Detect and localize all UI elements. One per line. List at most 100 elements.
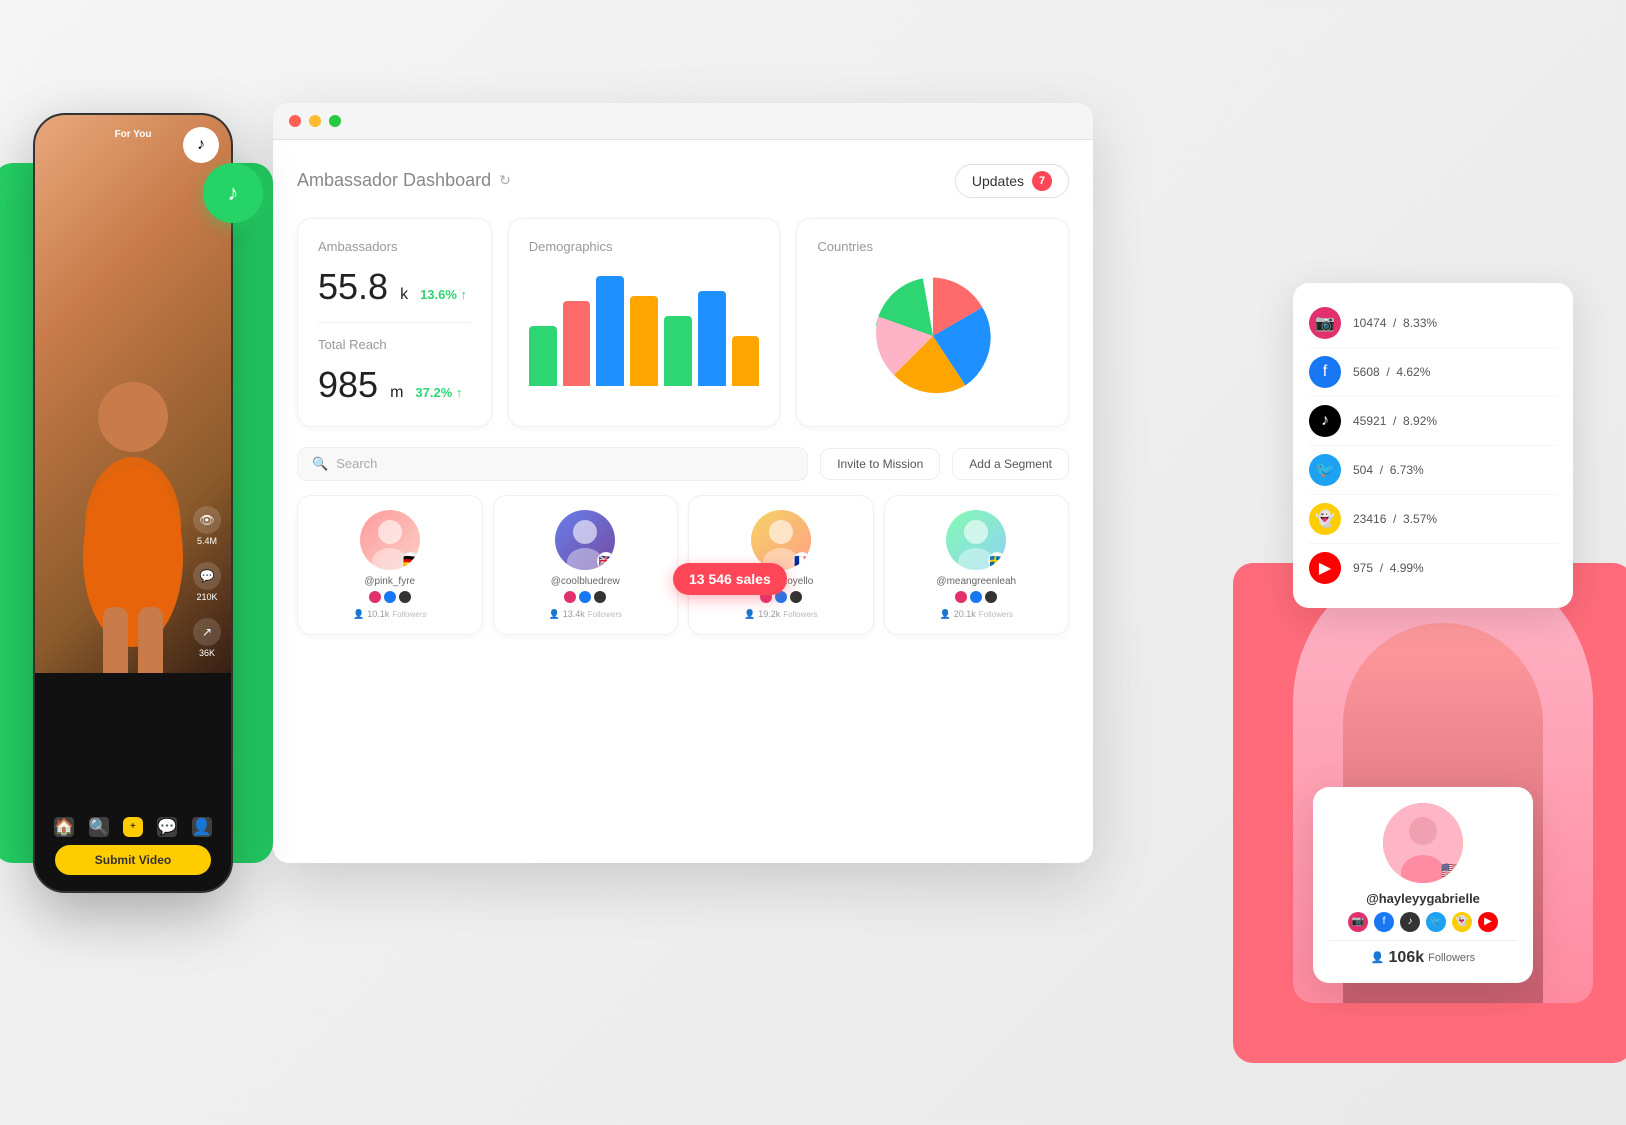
ambassador-social-icons	[508, 591, 664, 603]
add-segment-button[interactable]: Add a Segment	[952, 448, 1069, 480]
social-stats-panel: 📷 10474 / 8.33% f 5608 / 4.62% ♪ 45921 /…	[1293, 283, 1573, 608]
social-row: 📷 10474 / 8.33%	[1309, 299, 1557, 348]
social-row: ▶ 975 / 4.99%	[1309, 544, 1557, 592]
tt-dot	[399, 591, 411, 603]
nav-search[interactable]: 🔍	[89, 817, 109, 837]
minimize-button[interactable]	[309, 115, 321, 127]
nav-messages[interactable]: 💬	[157, 817, 177, 837]
bar	[563, 301, 591, 386]
for-you-label: For You	[115, 129, 152, 140]
bar	[732, 336, 760, 386]
flag-badge: 🇫🇷	[793, 552, 811, 570]
pie-chart	[817, 266, 1048, 406]
ambassadors-growth: 13.6% ↑	[420, 287, 467, 302]
countries-card: Countries	[796, 218, 1069, 427]
profile-followers: 👤 106k Followers	[1329, 940, 1517, 967]
profile-avatar: 🇺🇸	[1383, 803, 1463, 883]
nav-profile[interactable]: 👤	[192, 817, 212, 837]
ambassador-avatar: 🇩🇪	[360, 510, 420, 570]
total-reach-label: Total Reach	[318, 337, 471, 352]
bar	[529, 326, 557, 386]
ambassador-followers: 👤10.1kFollowers	[312, 609, 468, 620]
ambassador-username: @meangreenleah	[899, 576, 1055, 587]
demographics-card: Demographics	[508, 218, 781, 427]
sales-badge: 13 546 sales	[673, 563, 787, 595]
ambassador-avatar: 🇬🇧	[555, 510, 615, 570]
fb-dot	[579, 591, 591, 603]
social-icon: ♪	[1309, 405, 1341, 437]
social-icon: 📷	[1309, 307, 1341, 339]
profile-flag: 🇺🇸	[1441, 861, 1461, 881]
ambassadors-card: Ambassadors 55.8k 13.6% ↑ Total Reach 98…	[297, 218, 492, 427]
ambassador-social-icons	[899, 591, 1055, 603]
nav-home[interactable]: 🏠	[54, 817, 74, 837]
window-titlebar	[273, 103, 1093, 140]
ambassador-list-section: 🔍 Search Invite to Mission Add a Segment…	[297, 447, 1069, 635]
social-stats: 5608 / 4.62%	[1353, 365, 1430, 379]
phone-mockup: For You ♪ 👁 5.4M 💬 210K ↗ 36K	[33, 113, 233, 893]
search-box[interactable]: 🔍 Search	[297, 447, 808, 481]
social-icon: f	[1309, 356, 1341, 388]
tt-dot	[985, 591, 997, 603]
ambassador-username: @coolbluedrew	[508, 576, 664, 587]
social-stats: 10474 / 8.33%	[1353, 316, 1437, 330]
ambassadors-value: 55.8k 13.6% ↑	[318, 266, 471, 308]
ambassador-card[interactable]: 🇩🇪 @pink_fyre 👤10.1kFollowers	[297, 495, 483, 635]
close-button[interactable]	[289, 115, 301, 127]
tt-dot	[594, 591, 606, 603]
dashboard-window: Ambassador Dashboard ↻ Updates 7 Ambassa…	[273, 103, 1093, 863]
flag-badge: 🇸🇪	[988, 552, 1006, 570]
bar-chart	[529, 266, 760, 386]
ambassador-username: @pink_fyre	[312, 576, 468, 587]
pie-svg	[868, 271, 998, 401]
ambassador-avatar: 🇫🇷	[751, 510, 811, 570]
bar	[630, 296, 658, 386]
list-header: 🔍 Search Invite to Mission Add a Segment	[297, 447, 1069, 481]
views-stat: 👁 5.4M	[193, 506, 221, 546]
bar	[664, 316, 692, 386]
social-stats: 975 / 4.99%	[1353, 561, 1424, 575]
updates-button[interactable]: Updates 7	[955, 164, 1069, 198]
tiktok-logo: ♪	[183, 127, 219, 163]
maximize-button[interactable]	[329, 115, 341, 127]
comments-stat: 💬 210K	[193, 562, 221, 602]
dashboard-title: Ambassador Dashboard ↻	[297, 170, 511, 191]
shares-stat: ↗ 36K	[193, 618, 221, 658]
bar	[596, 276, 624, 386]
snapchat-icon: 👻	[1452, 912, 1472, 932]
fb-dot	[970, 591, 982, 603]
ambassador-social-icons	[312, 591, 468, 603]
total-reach-value: 985m 37.2% ↑	[318, 364, 471, 406]
insta-dot	[564, 591, 576, 603]
social-icon: 🐦	[1309, 454, 1341, 486]
ambassador-avatar: 🇸🇪	[946, 510, 1006, 570]
insta-dot	[369, 591, 381, 603]
profile-socials: 📷 f ♪ 🐦 👻 ▶	[1329, 912, 1517, 932]
phone-bottom-bar: 🏠 🔍 + 💬 👤 Submit Video	[35, 673, 231, 890]
submit-video-button[interactable]: Submit Video	[55, 845, 212, 875]
insta-dot	[955, 591, 967, 603]
social-icon: 👻	[1309, 503, 1341, 535]
nav-add[interactable]: +	[123, 817, 143, 837]
social-stats: 23416 / 3.57%	[1353, 512, 1437, 526]
search-placeholder: Search	[336, 456, 377, 471]
social-stats: 45921 / 8.92%	[1353, 414, 1437, 428]
twitter-icon: 🐦	[1426, 912, 1446, 932]
facebook-icon: f	[1374, 912, 1394, 932]
ambassador-card[interactable]: 🇸🇪 @meangreenleah 👤20.1kFollowers	[884, 495, 1070, 635]
flag-badge: 🇬🇧	[597, 552, 615, 570]
social-row: 🐦 504 / 6.73%	[1309, 446, 1557, 495]
phone-nav: 🏠 🔍 + 💬 👤	[35, 809, 231, 845]
fb-dot	[384, 591, 396, 603]
dashboard-header: Ambassador Dashboard ↻ Updates 7	[297, 164, 1069, 198]
ambassador-followers: 👤20.1kFollowers	[899, 609, 1055, 620]
search-icon: 🔍	[312, 456, 328, 472]
profile-card: 🇺🇸 @hayleyygabrielle 📷 f ♪ 🐦 👻 ▶ 👤 106k …	[1313, 787, 1533, 983]
flag-badge: 🇩🇪	[402, 552, 420, 570]
invite-to-mission-button[interactable]: Invite to Mission	[820, 448, 940, 480]
refresh-icon[interactable]: ↻	[499, 172, 511, 189]
tiktok-icon: ♪	[1400, 912, 1420, 932]
ambassador-followers: 👤19.2kFollowers	[703, 609, 859, 620]
updates-badge: 7	[1032, 171, 1052, 191]
ambassador-card[interactable]: 🇬🇧 @coolbluedrew 👤13.4kFollowers	[493, 495, 679, 635]
